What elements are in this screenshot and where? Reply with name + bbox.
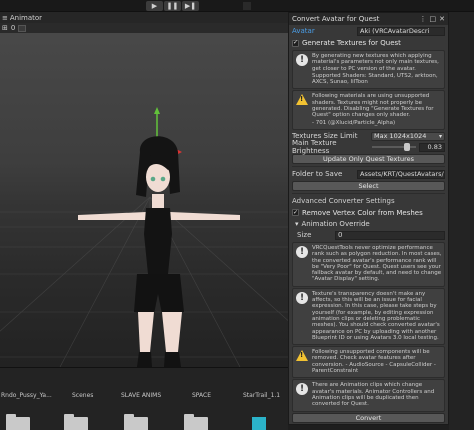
generate-textures-toggle[interactable]: ✓ Generate Textures for Quest — [289, 37, 448, 49]
info-text: Supported Shaders: Standard, UTS2, arkto… — [312, 72, 438, 86]
brightness-label: Main Texture Brightness — [292, 139, 337, 156]
convert-avatar-window: Convert Avatar for Quest ⋮ □ ✕ Avatar Ak… — [288, 12, 449, 425]
play-toolbar: ▶ ❚❚ ▶❚ — [0, 0, 474, 12]
remove-vertex-color-label: Remove Vertex Color from Meshes — [302, 208, 423, 217]
animation-clips-note: ! There are Animation clips which change… — [292, 379, 445, 412]
animation-override-label: Animation Override — [301, 220, 370, 229]
folder-icon[interactable] — [64, 414, 88, 430]
scene-view[interactable]: ≡ Animator ⊞ 0 — [0, 12, 288, 367]
pause-button[interactable]: ❚❚ — [164, 1, 181, 11]
warning-icon: ! — [296, 94, 308, 106]
play-controls: ▶ ❚❚ ▶❚ — [146, 1, 199, 11]
save-folder-row: Folder to Save Assets/KRT/QuestAvatars/ — [289, 169, 448, 180]
warning-text: Following materials are using unsupporte… — [312, 93, 434, 119]
info-icon: ! — [296, 245, 308, 258]
pause-icon: ❚❚ — [166, 2, 179, 10]
folder-icon[interactable] — [6, 414, 30, 430]
size-label: Size — [297, 231, 312, 240]
tab-animator[interactable]: ≡ Animator — [2, 14, 42, 22]
brightness-row: Main Texture Brightness 0.83 — [289, 139, 448, 156]
step-button[interactable]: ▶❚ — [182, 1, 199, 11]
convert-button[interactable]: Convert — [292, 412, 445, 423]
generate-textures-label: Generate Textures for Quest — [302, 39, 401, 47]
note-text: Following unsupported components will be… — [312, 349, 436, 375]
update-quest-textures-button[interactable]: Update Only Quest Textures — [292, 153, 445, 164]
draw-mode-dropdown[interactable] — [18, 24, 27, 32]
toolbar-value: 0 — [10, 24, 16, 32]
project-item[interactable]: Scenes — [72, 392, 93, 399]
unsupported-shader-warning: ! Following materials are using unsuppor… — [292, 90, 445, 130]
prefab-icon[interactable] — [252, 417, 266, 430]
brightness-value[interactable]: 0.83 — [419, 142, 445, 152]
play-icon: ▶ — [151, 2, 158, 10]
warning-icon: ! — [296, 350, 308, 362]
window-title-bar[interactable]: Convert Avatar for Quest ⋮ □ ✕ — [289, 13, 448, 25]
generate-textures-checkbox[interactable]: ✓ — [292, 39, 299, 47]
maximize-icon[interactable]: □ — [430, 15, 437, 23]
avatar-field[interactable]: Aki (VRCAvatarDescri — [357, 26, 445, 36]
animator-icon: ≡ — [2, 13, 8, 22]
size-field[interactable]: 0 — [335, 230, 445, 240]
note-text: Texture's transparency doesn't make any … — [312, 290, 440, 341]
info-text: By generating new textures which applyin… — [312, 53, 439, 72]
folder-icon[interactable] — [124, 414, 148, 430]
grid-icon[interactable]: ⊞ — [2, 24, 8, 32]
remove-vertex-color-toggle[interactable]: ✓ Remove Vertex Color from Meshes — [289, 207, 448, 219]
warning-text: - 701 (@Xlucid/Particle_Alpha) — [312, 119, 396, 126]
scene-tab-bar: ≡ Animator — [0, 12, 288, 23]
close-icon[interactable]: ✕ — [439, 15, 445, 23]
foldout-arrow-icon: ▾ — [295, 220, 299, 229]
project-item[interactable]: Rndo_Pussy_Ya... — [1, 392, 52, 399]
avatar-row: Avatar Aki (VRCAvatarDescri — [289, 25, 448, 37]
brightness-slider[interactable] — [372, 143, 416, 152]
unsupported-components-warning: ! Following unsupported components will … — [292, 346, 445, 379]
side-panel-strip — [449, 12, 474, 430]
remove-vertex-color-checkbox[interactable]: ✓ — [292, 209, 299, 217]
play-button[interactable]: ▶ — [146, 1, 163, 11]
project-item[interactable]: SPACE — [192, 392, 211, 399]
project-browser: Rndo_Pussy_Ya... Scenes SLAVE ANIMS SPAC… — [0, 367, 288, 430]
note-text: There are Animation clips which change a… — [312, 382, 435, 408]
brightness-control: 0.83 — [372, 142, 445, 152]
avatar-label: Avatar — [292, 27, 315, 35]
menu-icon[interactable]: ⋮ — [420, 15, 427, 23]
divider — [292, 165, 445, 167]
slider-handle[interactable] — [403, 143, 410, 152]
window-title: Convert Avatar for Quest — [292, 15, 380, 23]
select-folder-button[interactable]: Select — [292, 180, 445, 191]
performance-rank-note: ! VRCQuestTools never optimize performan… — [292, 241, 445, 287]
scene-grid — [0, 107, 288, 367]
animation-override-foldout[interactable]: ▾ Animation Override — [289, 219, 448, 230]
project-item[interactable]: SLAVE ANIMS — [121, 392, 161, 399]
shader-info-box: ! By generating new textures which apply… — [292, 50, 445, 90]
texture-size-dropdown[interactable]: Max 1024x1024 — [371, 131, 445, 141]
tab-animator-label: Animator — [9, 13, 43, 22]
project-item[interactable]: StarTrail_1.1 — [243, 392, 280, 399]
folder-icon[interactable] — [184, 414, 208, 430]
info-icon: ! — [296, 383, 308, 396]
info-icon: ! — [296, 54, 308, 66]
transparency-note: ! Texture's transparency doesn't make an… — [292, 287, 445, 346]
divider — [292, 192, 445, 194]
note-text: VRCQuestTools never optimize performance… — [312, 244, 442, 283]
info-icon: ! — [296, 291, 308, 304]
size-row: Size 0 — [289, 230, 448, 241]
layout-menu-button[interactable] — [243, 2, 251, 10]
advanced-settings-heading[interactable]: Advanced Converter Settings — [289, 196, 448, 207]
step-icon: ▶❚ — [184, 2, 197, 10]
save-folder-field[interactable]: Assets/KRT/QuestAvatars/ — [357, 169, 445, 179]
window-controls: ⋮ □ ✕ — [420, 15, 446, 23]
scene-toolbar: ⊞ 0 — [0, 23, 288, 33]
save-folder-label: Folder to Save — [292, 170, 343, 179]
